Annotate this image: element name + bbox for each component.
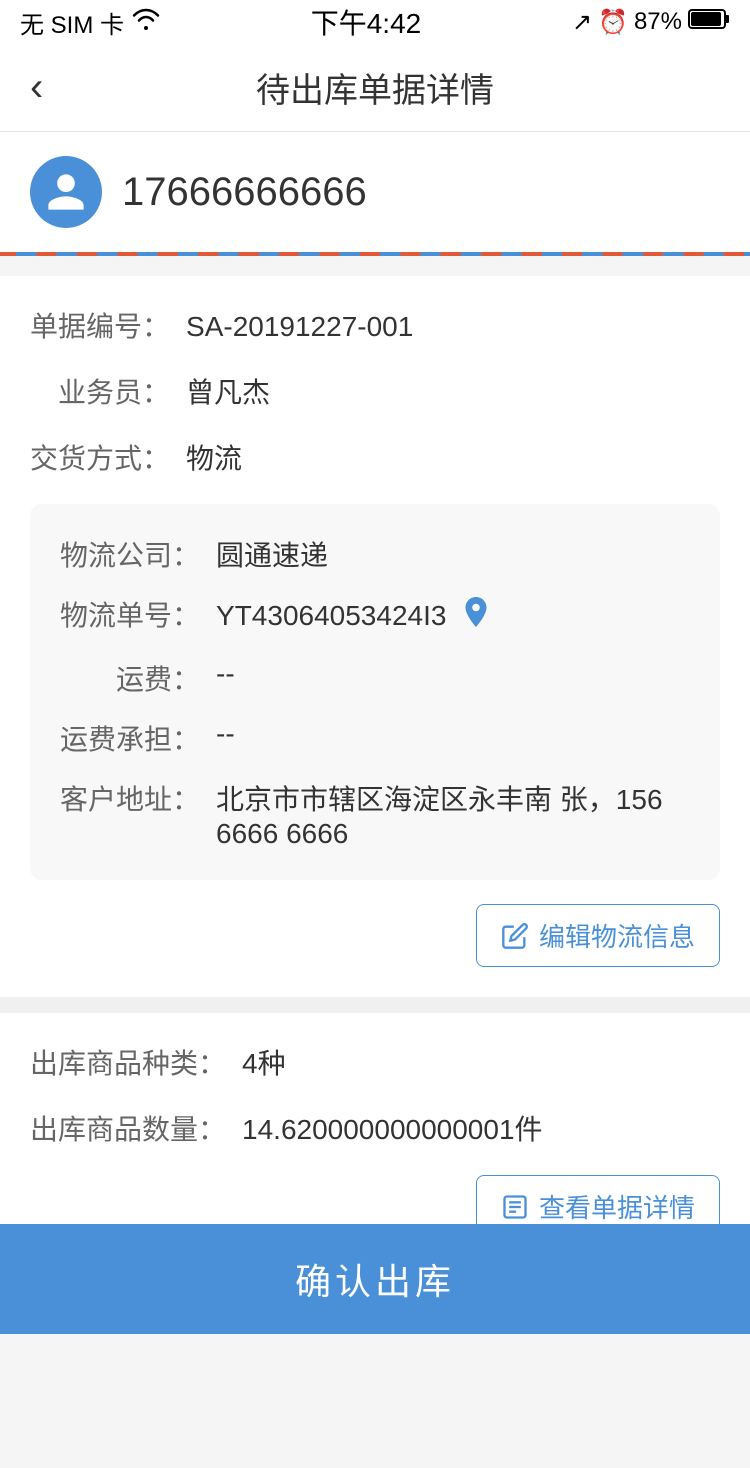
confirm-label: 确认出库	[295, 1253, 455, 1305]
goods-types-value: 4种	[226, 1043, 720, 1085]
tracking-number-row: 物流单号： YT43064053424I3	[60, 594, 690, 638]
nav-bar: ‹ 待出库单据详情	[0, 44, 750, 132]
delivery-method-value: 物流	[170, 438, 720, 480]
edit-icon	[501, 922, 529, 950]
document-number-row: 单据编号： SA-20191227-001	[30, 306, 720, 348]
delivery-method-label: 交货方式：	[30, 438, 170, 480]
confirm-button[interactable]: 确认出库	[0, 1224, 750, 1334]
tracking-number-value: YT43064053424I3	[200, 594, 690, 638]
document-icon	[501, 1193, 529, 1221]
status-right: ↗ ⏰ 87%	[572, 8, 730, 37]
goods-types-row: 出库商品种类： 4种	[30, 1043, 720, 1085]
freight-value: --	[200, 658, 690, 690]
section-divider	[0, 997, 750, 1013]
status-bar: 无 SIM 卡 下午4:42 ↗ ⏰ 87%	[0, 0, 750, 44]
page-title: 待出库单据详情	[90, 63, 660, 112]
address-label: 客户地址：	[60, 778, 200, 818]
logistics-company-row: 物流公司： 圆通速递	[60, 534, 690, 574]
sales-person-label: 业务员：	[30, 372, 170, 414]
document-number-value: SA-20191227-001	[170, 306, 720, 348]
wifi-icon	[132, 8, 160, 37]
basic-info-section: 单据编号： SA-20191227-001 业务员： 曾凡杰 交货方式： 物流 …	[0, 276, 750, 997]
delivery-method-row: 交货方式： 物流	[30, 438, 720, 480]
freight-row: 运费： --	[60, 658, 690, 698]
tracking-location-icon[interactable]	[458, 594, 494, 638]
logistics-card: 物流公司： 圆通速递 物流单号： YT43064053424I3 运费： -- …	[30, 504, 720, 880]
logistics-company-value: 圆通速递	[200, 534, 690, 574]
carrier-label: 无 SIM 卡	[20, 5, 124, 40]
battery-icon	[688, 8, 730, 37]
battery-label: 87%	[634, 8, 682, 36]
goods-quantity-label: 出库商品数量：	[30, 1109, 226, 1151]
customer-header: 17666666666	[0, 132, 750, 256]
edit-logistics-container: 编辑物流信息	[30, 904, 720, 967]
status-time: 下午4:42	[311, 2, 422, 42]
location-status-icon: ↗	[572, 8, 592, 37]
freight-label: 运费：	[60, 658, 200, 698]
customer-phone: 17666666666	[122, 170, 367, 215]
logistics-company-label: 物流公司：	[60, 534, 200, 574]
back-button[interactable]: ‹	[30, 65, 90, 110]
goods-types-label: 出库商品种类：	[30, 1043, 226, 1085]
address-row: 客户地址： 北京市市辖区海淀区永丰南 张，156 6666 6666	[60, 778, 690, 850]
goods-quantity-value: 14.620000000000001件	[226, 1109, 720, 1151]
freight-bearer-row: 运费承担： --	[60, 718, 690, 758]
view-detail-label: 查看单据详情	[539, 1188, 695, 1225]
freight-bearer-label: 运费承担：	[60, 718, 200, 758]
edit-logistics-button[interactable]: 编辑物流信息	[476, 904, 720, 967]
edit-logistics-label: 编辑物流信息	[539, 917, 695, 954]
status-left: 无 SIM 卡	[20, 5, 160, 40]
freight-bearer-value: --	[200, 718, 690, 750]
avatar	[30, 156, 102, 228]
goods-quantity-row: 出库商品数量： 14.620000000000001件	[30, 1109, 720, 1151]
sales-person-value: 曾凡杰	[170, 372, 720, 414]
address-value: 北京市市辖区海淀区永丰南 张，156 6666 6666	[200, 778, 690, 850]
sales-person-row: 业务员： 曾凡杰	[30, 372, 720, 414]
tracking-number-label: 物流单号：	[60, 594, 200, 634]
document-number-label: 单据编号：	[30, 306, 170, 348]
alarm-icon: ⏰	[598, 8, 628, 37]
